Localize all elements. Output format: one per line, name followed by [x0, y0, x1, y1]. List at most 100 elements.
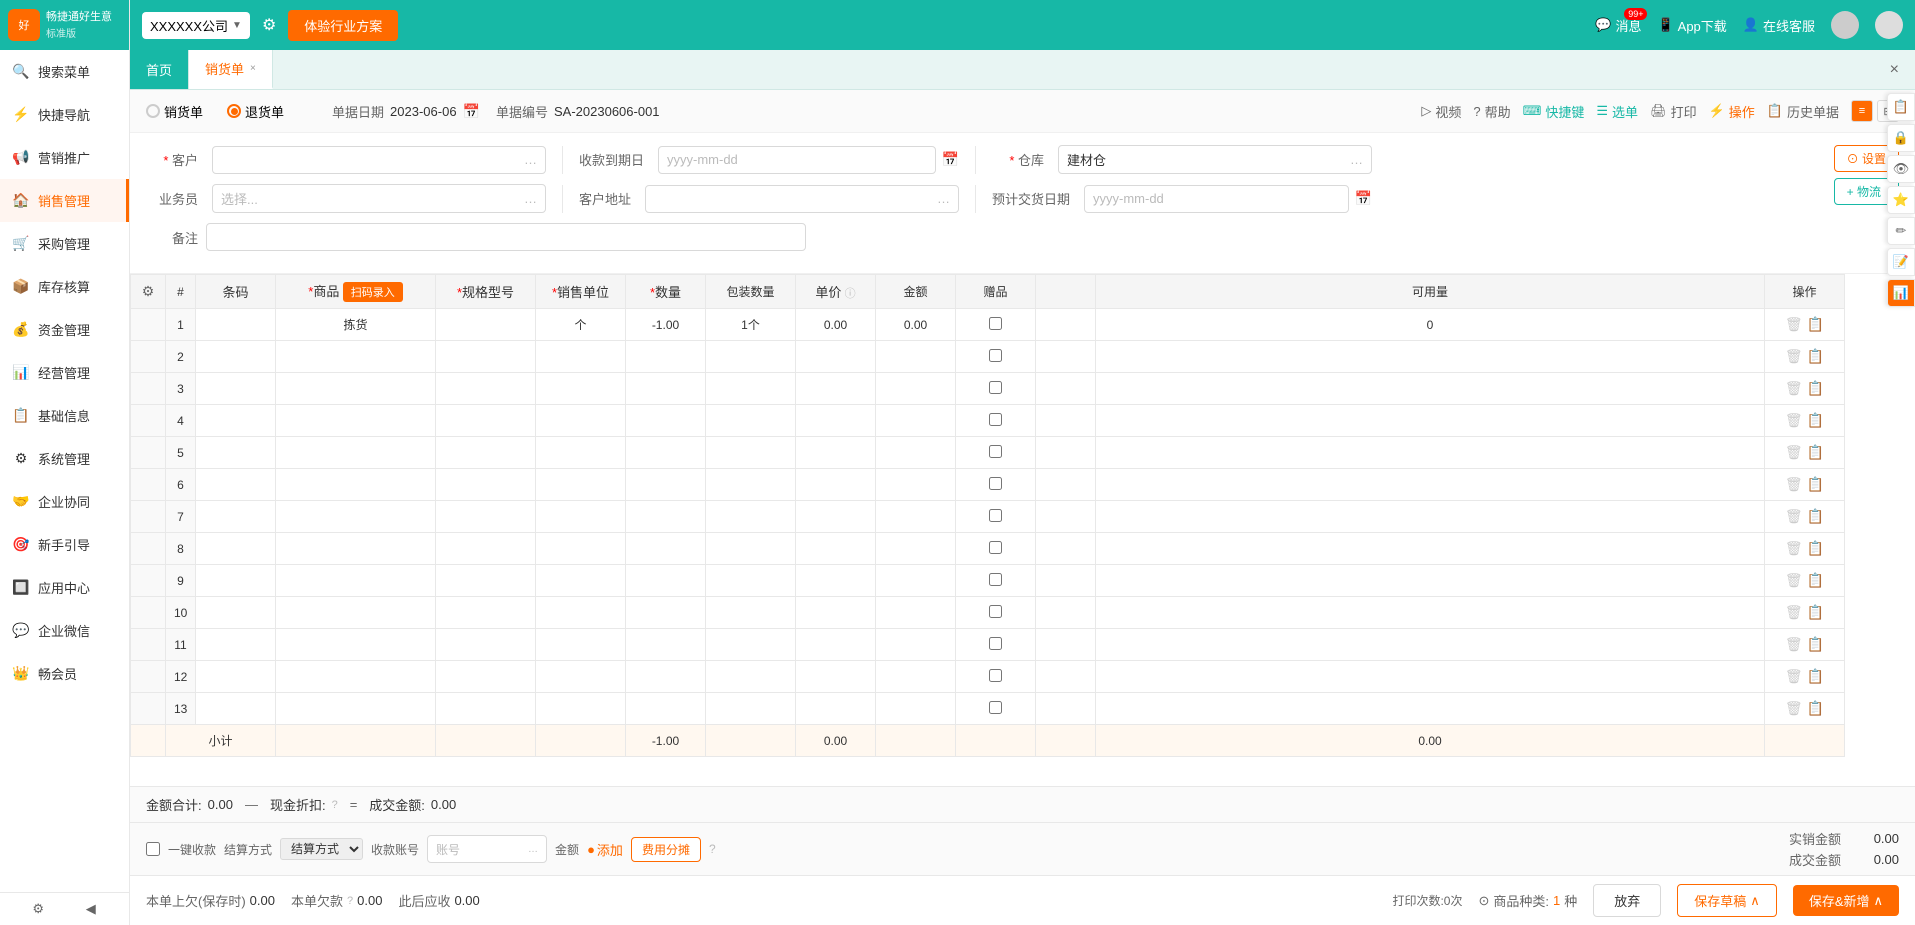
th-gear[interactable]: ⚙ [131, 275, 166, 309]
copy-icon[interactable]: 📋 [1807, 508, 1824, 525]
app-download-item[interactable]: 📱 App下载 [1657, 16, 1726, 35]
save-draft-button[interactable]: 保存草稿 ∧ [1677, 884, 1777, 917]
float-item-5[interactable]: ✏ [1887, 217, 1915, 245]
copy-icon[interactable]: 📋 [1807, 604, 1824, 621]
scan-button[interactable]: 扫码录入 [343, 282, 403, 302]
row-barcode-1[interactable] [196, 309, 276, 341]
trial-button[interactable]: 体验行业方案 [288, 10, 398, 41]
customer-input[interactable]: … [212, 146, 546, 174]
sidebar-item-wechat[interactable]: 💬 企业微信 [0, 609, 129, 652]
toolbar-video[interactable]: ▷ 视频 [1421, 102, 1461, 121]
row-qty-1[interactable]: -1.00 [626, 309, 706, 341]
gift-checkbox-1[interactable] [989, 317, 1002, 330]
delete-icon-1[interactable]: 🗑 [1785, 316, 1803, 333]
delete-icon[interactable]: 🗑 [1785, 604, 1803, 621]
one-click-payment-checkbox[interactable] [146, 842, 160, 856]
notes-input[interactable] [206, 223, 806, 251]
owe-info-icon[interactable]: ? [347, 895, 353, 907]
account-input[interactable]: 账号 … [427, 835, 547, 863]
sidebar-item-collab[interactable]: 🤝 企业协同 [0, 480, 129, 523]
float-item-orange[interactable]: 📊 [1887, 279, 1915, 307]
radio-sales-order[interactable]: 销货单 [146, 102, 203, 121]
sidebar-item-finance[interactable]: 💰 资金管理 [0, 308, 129, 351]
delete-icon[interactable]: 🗑 [1785, 476, 1803, 493]
sidebar-item-member[interactable]: 👑 畅会员 [0, 652, 129, 695]
date-calendar-icon[interactable]: 📅 [463, 103, 480, 120]
float-item-4[interactable]: ⭐ [1887, 186, 1915, 214]
price-info-icon[interactable]: ⓘ [845, 288, 856, 300]
row-price-1[interactable]: 0.00 [796, 309, 876, 341]
warehouse-input[interactable]: 建材仓 … [1058, 145, 1372, 174]
add-payment-btn[interactable]: ● 添加 [587, 840, 623, 859]
delete-icon[interactable]: 🗑 [1785, 380, 1803, 397]
calc-method-select[interactable]: 结算方式 [280, 838, 363, 860]
float-item-1[interactable]: 📋 [1887, 93, 1915, 121]
float-item-2[interactable]: 🔒 [1887, 124, 1915, 152]
sidebar-item-apps[interactable]: 🔲 应用中心 [0, 566, 129, 609]
tab-close-icon[interactable]: × [250, 63, 256, 74]
copy-icon-1[interactable]: 📋 [1807, 316, 1824, 333]
company-selector[interactable]: XXXXXX公司 ▼ [142, 12, 250, 39]
expense-help-icon[interactable]: ? [709, 842, 716, 856]
sidebar-item-sales[interactable]: 🏠 销售管理 [0, 179, 129, 222]
float-item-3[interactable]: 👁 [1887, 155, 1915, 183]
delete-icon[interactable]: 🗑 [1785, 444, 1803, 461]
avatar[interactable] [1831, 11, 1859, 39]
sidebar-item-search[interactable]: 🔍 搜索菜单 [0, 50, 129, 93]
copy-icon[interactable]: 📋 [1807, 412, 1824, 429]
sidebar-item-management[interactable]: 📊 经营管理 [0, 351, 129, 394]
toolbar-select[interactable]: ☰ 选单 [1596, 102, 1638, 121]
delete-icon[interactable]: 🗑 [1785, 348, 1803, 365]
copy-icon[interactable]: 📋 [1807, 572, 1824, 589]
payment-due-calendar-icon[interactable]: 📅 [942, 151, 959, 168]
float-item-6[interactable]: 📝 [1887, 248, 1915, 276]
save-new-button[interactable]: 保存&新增 ∧ [1793, 885, 1899, 916]
sidebar-item-marketing[interactable]: 📢 营销推广 [0, 136, 129, 179]
row-gift-1[interactable] [956, 309, 1036, 341]
salesperson-input[interactable]: 选择... … [212, 184, 546, 213]
tab-home[interactable]: 首页 [130, 50, 189, 89]
gear-icon[interactable]: ⚙ [258, 11, 280, 39]
copy-icon[interactable]: 📋 [1807, 700, 1824, 717]
sidebar-settings-btn[interactable]: ⚙ [12, 901, 65, 917]
delete-icon[interactable]: 🗑 [1785, 540, 1803, 557]
online-service-item[interactable]: 👤 在线客服 [1743, 16, 1815, 35]
row-spec-1[interactable] [436, 309, 536, 341]
delete-icon[interactable]: 🗑 [1785, 572, 1803, 589]
expected-date-calendar-icon[interactable]: 📅 [1355, 190, 1372, 207]
copy-icon[interactable]: 📋 [1807, 636, 1824, 653]
view-list-btn[interactable]: ≡ [1851, 100, 1873, 122]
copy-icon[interactable]: 📋 [1807, 444, 1824, 461]
product-type-icon[interactable]: ⊙ [1478, 893, 1489, 909]
row-unit-1[interactable]: 个 [536, 309, 626, 341]
copy-icon[interactable]: 📋 [1807, 380, 1824, 397]
gear-icon[interactable]: ⚙ [142, 283, 155, 299]
customer-addr-input[interactable]: … [645, 185, 959, 213]
row-pack-qty-1[interactable]: 1个 [706, 309, 796, 341]
delete-icon[interactable]: 🗑 [1785, 668, 1803, 685]
toolbar-operation[interactable]: ⚡ 操作 [1709, 102, 1755, 121]
delete-icon[interactable]: 🗑 [1785, 508, 1803, 525]
toolbar-history[interactable]: 📋 历史单据 [1767, 102, 1839, 121]
tab-sales-order[interactable]: 销货单 × [189, 50, 273, 89]
copy-icon[interactable]: 📋 [1807, 668, 1824, 685]
sidebar-item-inventory[interactable]: 📦 库存核算 [0, 265, 129, 308]
sidebar-item-quicknav[interactable]: ⚡ 快捷导航 [0, 93, 129, 136]
discard-button[interactable]: 放弃 [1593, 884, 1661, 917]
payment-due-input[interactable]: yyyy-mm-dd [658, 146, 936, 174]
delete-icon[interactable]: 🗑 [1785, 412, 1803, 429]
sidebar-item-guide[interactable]: 🎯 新手引导 [0, 523, 129, 566]
toolbar-help[interactable]: ? 帮助 [1473, 102, 1510, 121]
expense-split-button[interactable]: 费用分摊 [631, 837, 701, 862]
notification-item[interactable]: 💬 消息 99+ [1595, 16, 1641, 35]
row-amount-1[interactable]: 0.00 [876, 309, 956, 341]
tab-end-close[interactable]: × [1890, 50, 1915, 89]
sidebar-collapse-btn[interactable]: ◀ [65, 901, 118, 917]
sidebar-item-purchase[interactable]: 🛒 采购管理 [0, 222, 129, 265]
discount-info-icon[interactable]: ? [332, 799, 338, 811]
expected-date-input[interactable]: yyyy-mm-dd [1084, 185, 1349, 213]
copy-icon[interactable]: 📋 [1807, 476, 1824, 493]
delete-icon[interactable]: 🗑 [1785, 700, 1803, 717]
radio-return-order[interactable]: 退货单 [227, 102, 284, 121]
row-product-1[interactable]: 拣货 [276, 309, 436, 341]
